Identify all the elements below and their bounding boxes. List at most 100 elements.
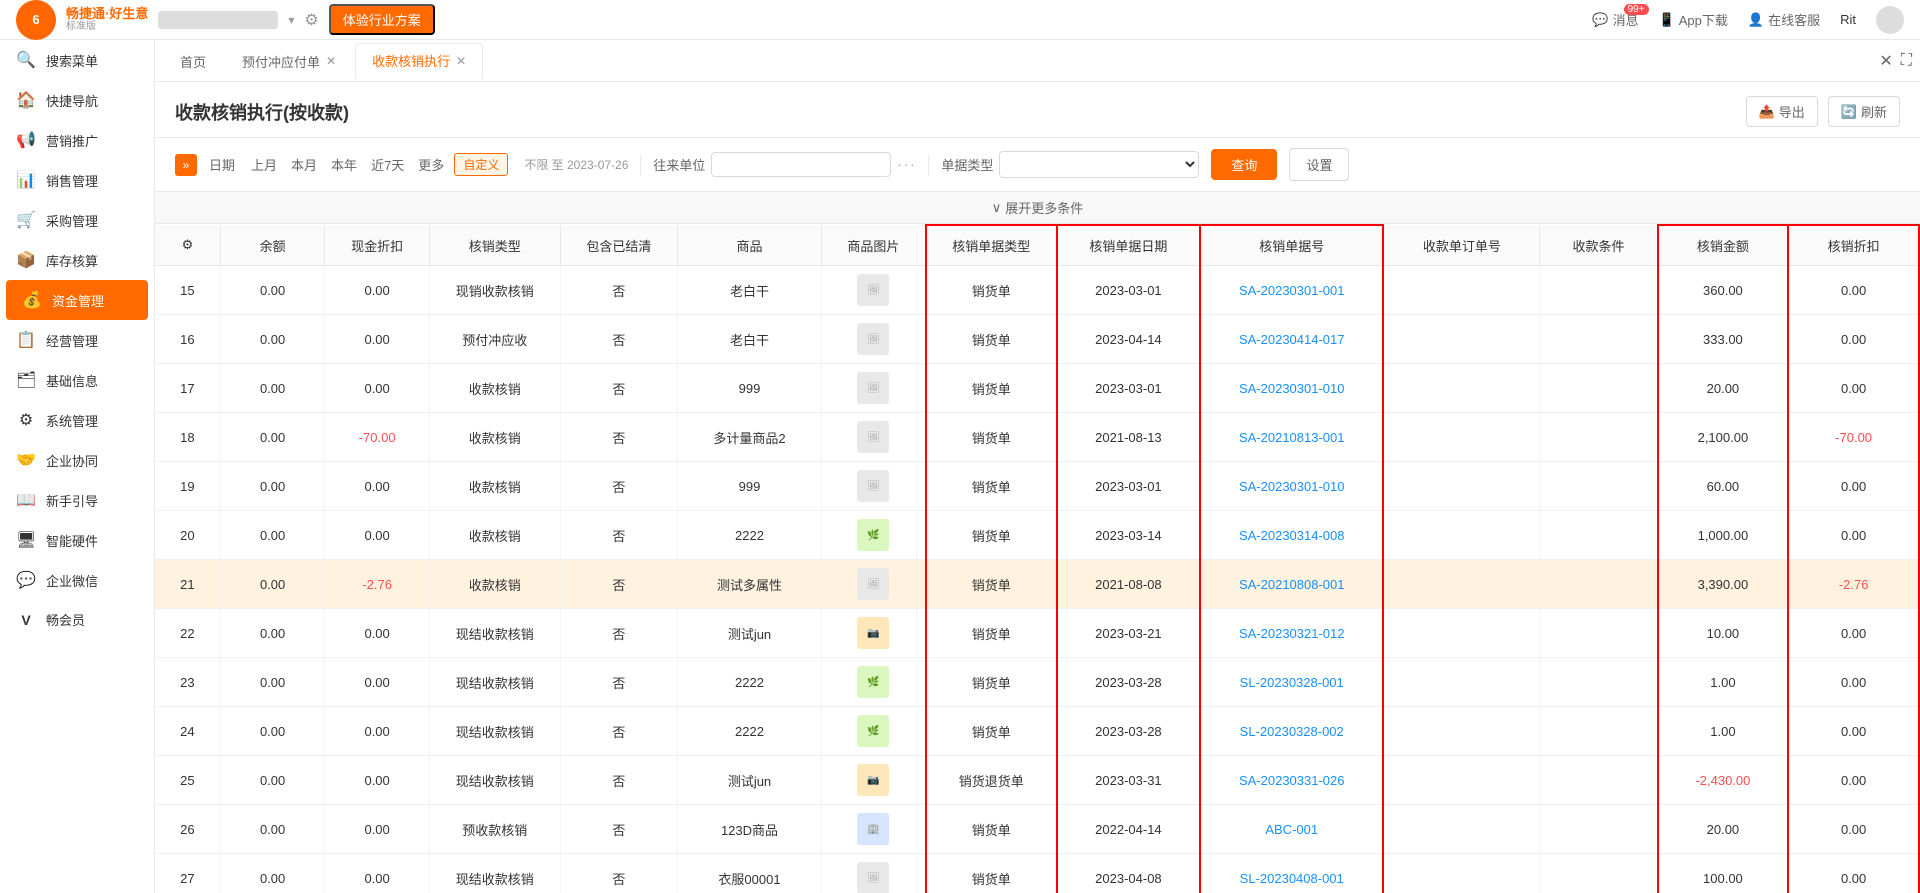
date-option-this-month[interactable]: 本月	[287, 153, 321, 176]
sidebar-item-quick-nav[interactable]: 🏠 快捷导航	[0, 80, 154, 120]
goods-img-cell: 📷	[821, 756, 926, 805]
bill-no-cell[interactable]: SA-20230414-017	[1200, 315, 1383, 364]
export-btn[interactable]: 📤 导出	[1746, 96, 1818, 127]
sidebar-item-search-menu[interactable]: 🔍 搜索菜单	[0, 40, 154, 80]
trial-btn[interactable]: 体验行业方案	[329, 4, 435, 35]
sidebar-item-purchase[interactable]: 🛒 采购管理	[0, 200, 154, 240]
bill-no-link[interactable]: SA-20230314-008	[1239, 528, 1345, 543]
bill-no-cell[interactable]: SA-20230301-001	[1200, 266, 1383, 315]
filter-bar: » 日期 上月 本月 本年 近7天 更多 自定义 不限 至 2023-07-26…	[155, 138, 1920, 192]
sidebar-item-wechat[interactable]: 💬 企业微信	[0, 560, 154, 600]
bill-no-cell[interactable]: SA-20230301-010	[1200, 364, 1383, 413]
row-num: 27	[155, 854, 220, 893]
goods-cell: 测试jun	[678, 756, 822, 805]
partner-input[interactable]	[711, 152, 891, 177]
bill-type-filter-label: 单据类型	[941, 155, 993, 174]
sidebar-item-hardware[interactable]: 🖥 智能硬件	[0, 520, 154, 560]
tab-prepay-close-icon[interactable]: ✕	[326, 54, 336, 68]
bill-type-cell: 销货单	[926, 413, 1057, 462]
bill-no-link[interactable]: SA-20210808-001	[1239, 577, 1345, 592]
app-download-btn[interactable]: 📱 App下载	[1659, 10, 1728, 29]
bill-date-cell: 2023-03-28	[1057, 707, 1201, 756]
col-settings[interactable]: ⚙	[155, 225, 220, 266]
sidebar-item-inventory[interactable]: 📦 库存核算	[0, 240, 154, 280]
bill-no-cell[interactable]: SA-20230321-012	[1200, 609, 1383, 658]
bill-no-link[interactable]: SL-20230328-001	[1240, 675, 1344, 690]
sidebar-item-member[interactable]: V 畅会员	[0, 600, 154, 639]
sidebar-item-marketing[interactable]: 📢 营销推广	[0, 120, 154, 160]
sidebar-item-guide[interactable]: 📖 新手引导	[0, 480, 154, 520]
online-service-btn[interactable]: 👤 在线客服	[1748, 10, 1820, 29]
user-name[interactable]: Rit	[1840, 12, 1856, 27]
settings-icon[interactable]: ⚙	[304, 10, 318, 30]
bill-no-cell[interactable]: SA-20230331-026	[1200, 756, 1383, 805]
bill-date-cell: 2023-03-01	[1057, 462, 1201, 511]
include-settled-cell: 否	[560, 756, 678, 805]
tab-close-all-icon[interactable]: ✕	[1879, 51, 1892, 71]
bill-no-link[interactable]: SA-20230321-012	[1239, 626, 1345, 641]
bill-date-cell: 2023-04-08	[1057, 854, 1201, 893]
balance-cell: 0.00	[220, 315, 325, 364]
bill-no-link[interactable]: SA-20230331-026	[1239, 773, 1345, 788]
tab-home[interactable]: 首页	[163, 43, 223, 79]
filter-expand-btn[interactable]: »	[175, 154, 197, 176]
bill-no-cell[interactable]: SL-20230328-001	[1200, 658, 1383, 707]
bill-date-cell: 2023-04-14	[1057, 315, 1201, 364]
sidebar-item-operations[interactable]: 📋 经营管理	[0, 320, 154, 360]
goods-img-cell: 🖼	[821, 364, 926, 413]
bill-no-cell[interactable]: SA-20210808-001	[1200, 560, 1383, 609]
avatar[interactable]	[1876, 6, 1904, 34]
bill-no-link[interactable]: SA-20230414-017	[1239, 332, 1345, 347]
date-option-this-year[interactable]: 本年	[327, 153, 361, 176]
tab-receipt-verify-label: 收款核销执行	[372, 51, 450, 70]
tab-prepay[interactable]: 预付冲应付单 ✕	[225, 43, 353, 79]
date-option-last-month[interactable]: 上月	[247, 153, 281, 176]
message-btn[interactable]: 💬 消息 99+	[1592, 10, 1638, 29]
dropdown-arrow-icon[interactable]: ▾	[288, 13, 294, 27]
sidebar-item-system[interactable]: ⚙ 系统管理	[0, 400, 154, 440]
cash-discount-cell: -2.76	[325, 560, 430, 609]
cash-discount-cell: 0.00	[325, 511, 430, 560]
filter-settings-btn[interactable]: 设置	[1289, 148, 1349, 181]
bill-no-link[interactable]: SL-20230328-002	[1240, 724, 1344, 739]
date-option-7days[interactable]: 近7天	[367, 153, 408, 176]
bill-no-link[interactable]: ABC-001	[1265, 822, 1318, 837]
tab-maximize-icon[interactable]: ⛶	[1901, 52, 1912, 70]
bill-no-cell[interactable]: SL-20230408-001	[1200, 854, 1383, 893]
tab-receipt-verify-close-icon[interactable]: ✕	[456, 54, 466, 68]
col-bill-no: 核销单据号	[1200, 225, 1383, 266]
bill-no-link[interactable]: SA-20230301-010	[1239, 479, 1345, 494]
query-btn[interactable]: 查询	[1211, 149, 1277, 180]
tab-receipt-verify[interactable]: 收款核销执行 ✕	[355, 43, 483, 79]
sidebar-item-enterprise[interactable]: 🤝 企业协同	[0, 440, 154, 480]
bill-no-link[interactable]: SL-20230408-001	[1240, 871, 1344, 886]
receipt-order-cell	[1383, 413, 1540, 462]
goods-cell: 999	[678, 364, 822, 413]
sidebar-item-finance[interactable]: 💰 资金管理	[6, 280, 148, 320]
bill-no-cell[interactable]: SL-20230328-002	[1200, 707, 1383, 756]
sidebar-item-basic-info[interactable]: 🗂 基础信息	[0, 360, 154, 400]
data-table-wrapper[interactable]: ⚙ 余额 现金折扣 核销类型 包含已结清 商品 商品图片 核销单据类型 核销单据…	[155, 224, 1920, 893]
row-num: 22	[155, 609, 220, 658]
expand-more-bar[interactable]: ∨ 展开更多条件	[155, 192, 1920, 224]
bill-no-cell[interactable]: SA-20210813-001	[1200, 413, 1383, 462]
receipt-order-cell	[1383, 560, 1540, 609]
bill-no-cell[interactable]: SA-20230314-008	[1200, 511, 1383, 560]
sidebar-item-label: 基础信息	[46, 371, 98, 390]
bill-no-link[interactable]: SA-20230301-001	[1239, 283, 1345, 298]
partner-dots[interactable]: ···	[897, 157, 916, 172]
verify-type-cell: 现结收款核销	[429, 609, 560, 658]
verify-type-cell: 现结收款核销	[429, 756, 560, 805]
bill-type-select[interactable]	[999, 151, 1199, 178]
refresh-btn[interactable]: 🔄 刷新	[1828, 96, 1900, 127]
table-row: 18 0.00 -70.00 收款核销 否 多计量商品2 🖼 销货单 2021-…	[155, 413, 1919, 462]
date-custom-btn[interactable]: 自定义	[454, 153, 508, 176]
bill-no-cell[interactable]: ABC-001	[1200, 805, 1383, 854]
date-option-more[interactable]: 更多	[414, 153, 448, 176]
bill-no-cell[interactable]: SA-20230301-010	[1200, 462, 1383, 511]
bill-date-cell: 2022-04-14	[1057, 805, 1201, 854]
bill-no-link[interactable]: SA-20210813-001	[1239, 430, 1345, 445]
bill-no-link[interactable]: SA-20230301-010	[1239, 381, 1345, 396]
sidebar-item-sales[interactable]: 📊 销售管理	[0, 160, 154, 200]
receipt-order-cell	[1383, 609, 1540, 658]
